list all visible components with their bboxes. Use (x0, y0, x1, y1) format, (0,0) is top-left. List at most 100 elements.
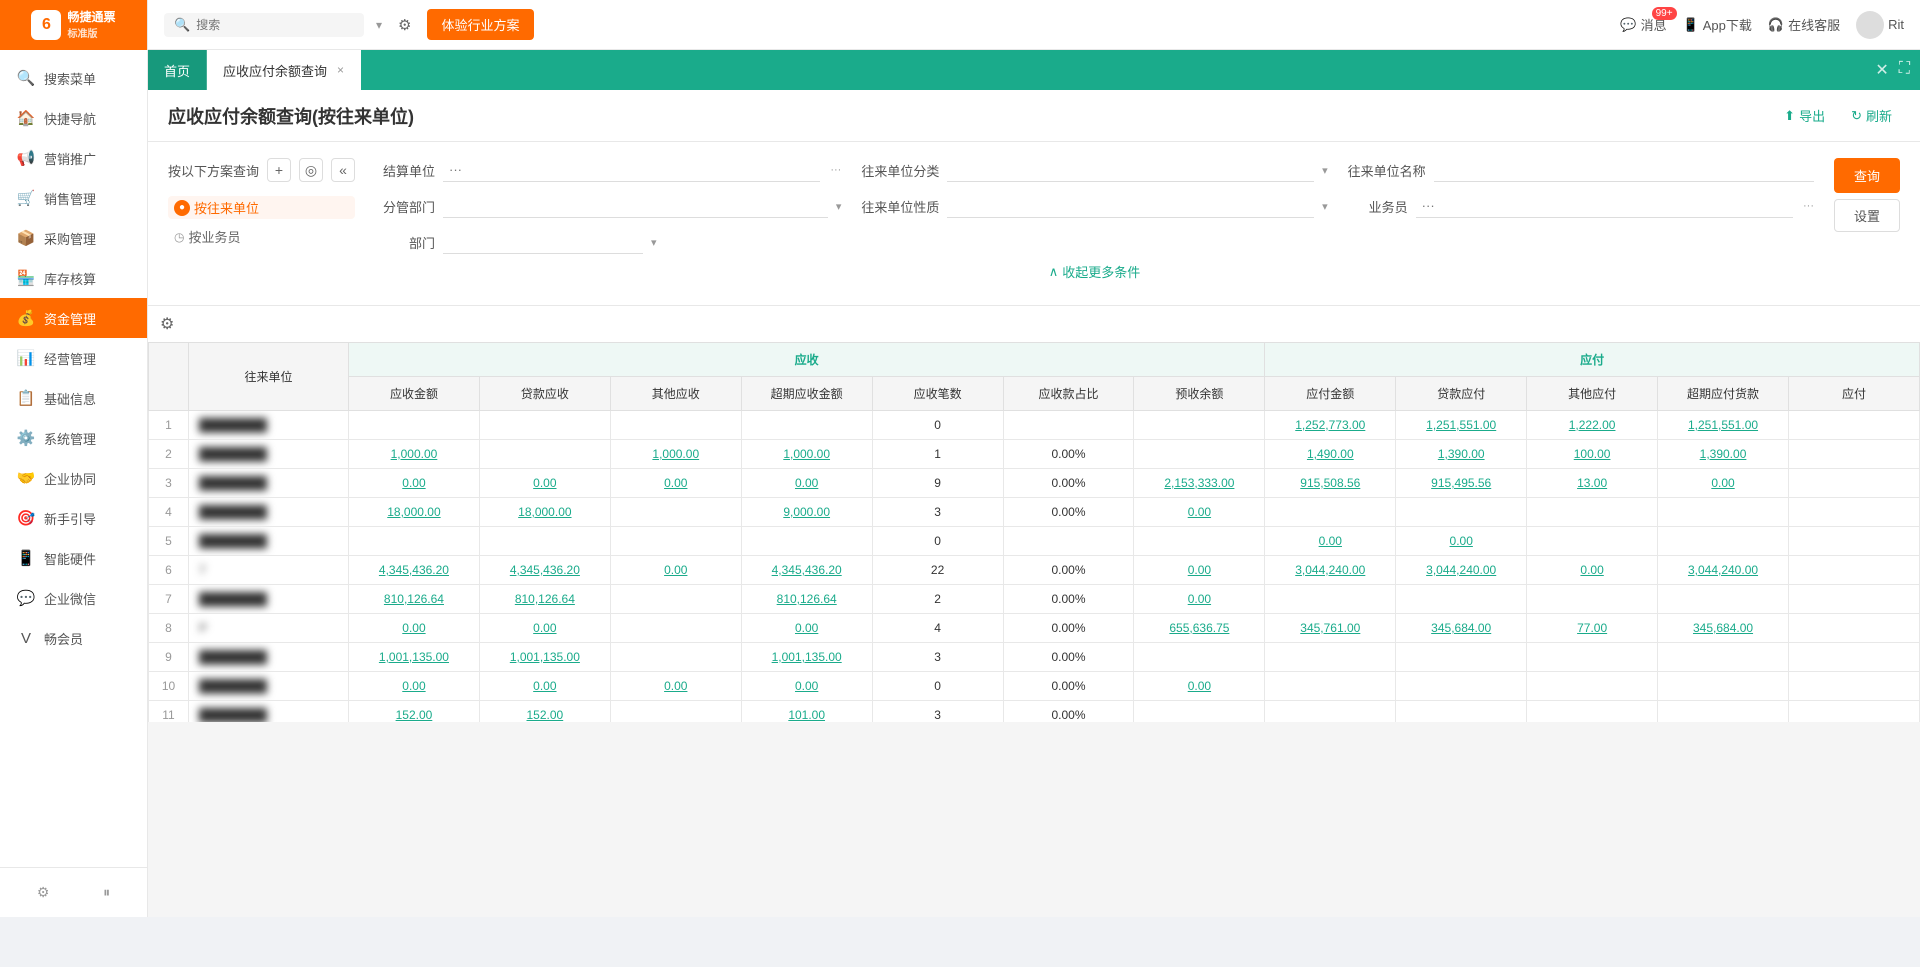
dept-input[interactable] (443, 194, 828, 218)
salesperson-input[interactable] (1416, 194, 1793, 218)
sidebar-item-system[interactable]: ⚙️系统管理 (0, 418, 147, 458)
partner-cat-input[interactable] (947, 158, 1314, 182)
table-cell[interactable]: 0.00 (610, 556, 741, 585)
table-cell[interactable]: 0.00 (349, 672, 480, 701)
solution-button[interactable]: 体验行业方案 (427, 9, 533, 40)
table-cell[interactable]: 4,345,436.20 (479, 556, 610, 585)
table-cell[interactable]: 0.00 (479, 469, 610, 498)
table-cell[interactable]: 915,508.56 (1265, 469, 1396, 498)
online-service-button[interactable]: 🎧 在线客服 (1768, 15, 1840, 34)
table-cell[interactable]: 1,001,135.00 (479, 643, 610, 672)
table-cell[interactable]: 1,000.00 (741, 440, 872, 469)
sidebar-item-sales[interactable]: 🛒销售管理 (0, 178, 147, 218)
table-cell[interactable]: 100.00 (1527, 440, 1658, 469)
filter-circle-btn[interactable]: ◎ (299, 158, 323, 182)
table-cell[interactable]: 77.00 (1527, 614, 1658, 643)
table-cell[interactable]: 1,001,135.00 (349, 643, 480, 672)
table-cell[interactable]: 0.00 (1658, 469, 1789, 498)
sidebar-item-member[interactable]: V畅会员 (0, 618, 147, 658)
row-ar-prepay[interactable]: 2,153,333.00 (1134, 469, 1265, 498)
table-cell[interactable]: 9,000.00 (741, 498, 872, 527)
sidebar-item-search[interactable]: 🔍搜索菜单 (0, 58, 147, 98)
table-settings-icon[interactable]: ⚙ (160, 314, 174, 334)
filter-more-toggle[interactable]: ∧ 收起更多条件 (375, 254, 1814, 289)
header-gear-icon[interactable]: ⚙ (394, 12, 415, 38)
table-cell[interactable]: 0.00 (1396, 527, 1527, 556)
sidebar-settings-btn[interactable]: ⚙ (32, 879, 55, 906)
filter-add-btn[interactable]: + (267, 158, 291, 182)
settings-button[interactable]: 设置 (1834, 199, 1900, 232)
sidebar-item-inventory[interactable]: 🏪库存核算 (0, 258, 147, 298)
table-cell[interactable]: 3,044,240.00 (1658, 556, 1789, 585)
table-cell[interactable]: 101.00 (741, 701, 872, 723)
table-cell[interactable]: 0.00 (1265, 527, 1396, 556)
row-ar-prepay[interactable]: 655,636.75 (1134, 614, 1265, 643)
row-ar-prepay[interactable]: 0.00 (1134, 556, 1265, 585)
sidebar-item-hardware[interactable]: 📱智能硬件 (0, 538, 147, 578)
row-ar-prepay[interactable]: 0.00 (1134, 585, 1265, 614)
tab-close-icon[interactable]: × (337, 63, 344, 77)
header-search-box[interactable]: 🔍 (164, 13, 364, 37)
table-cell[interactable]: 0.00 (479, 614, 610, 643)
search-input[interactable] (196, 18, 336, 32)
settlement-input[interactable] (443, 158, 820, 182)
table-cell[interactable]: 0.00 (741, 614, 872, 643)
table-cell[interactable]: 152.00 (349, 701, 480, 723)
table-cell[interactable]: 915,495.56 (1396, 469, 1527, 498)
sidebar-collapse-btn[interactable]: ⏸ (98, 879, 115, 906)
department-input[interactable] (443, 230, 643, 254)
table-wrapper[interactable]: 往来单位 应收 应付 应收金额 贷款应收 其他应收 超期应收金额 应收笔数 应收… (148, 342, 1920, 722)
table-cell[interactable]: 0.00 (1527, 556, 1658, 585)
table-cell[interactable]: 0.00 (610, 469, 741, 498)
table-cell[interactable]: 13.00 (1527, 469, 1658, 498)
tab-close-window-icon[interactable]: ✕ (1875, 60, 1888, 80)
row-ar-prepay[interactable]: 0.00 (1134, 498, 1265, 527)
table-cell[interactable]: 345,761.00 (1265, 614, 1396, 643)
partner-name-input[interactable] (1434, 158, 1814, 182)
table-cell[interactable]: 1,000.00 (349, 440, 480, 469)
sidebar-item-purchase[interactable]: 📦采购管理 (0, 218, 147, 258)
table-cell[interactable]: 1,251,551.00 (1396, 411, 1527, 440)
sidebar-item-finance[interactable]: 💰资金管理 (0, 298, 147, 338)
sidebar-item-operations[interactable]: 📊经营管理 (0, 338, 147, 378)
tab-maximize-icon[interactable]: ⛶ (1899, 60, 1910, 80)
table-cell[interactable]: 1,252,773.00 (1265, 411, 1396, 440)
table-cell[interactable]: 18,000.00 (349, 498, 480, 527)
sidebar-item-quicknav[interactable]: 🏠快捷导航 (0, 98, 147, 138)
table-cell[interactable]: 810,126.64 (479, 585, 610, 614)
refresh-button[interactable]: ↻ 刷新 (1843, 102, 1900, 129)
filter-scheme-by-staff[interactable]: ◷ 按业务员 (168, 225, 355, 248)
table-cell[interactable]: 4,345,436.20 (741, 556, 872, 585)
table-cell[interactable]: 810,126.64 (741, 585, 872, 614)
table-cell[interactable]: 1,222.00 (1527, 411, 1658, 440)
query-button[interactable]: 查询 (1834, 158, 1900, 193)
table-cell[interactable]: 345,684.00 (1396, 614, 1527, 643)
header-search-chevron[interactable]: ▾ (376, 18, 382, 32)
row-ar-prepay[interactable]: 0.00 (1134, 672, 1265, 701)
tab-arquery[interactable]: 应收应付余额查询 × (207, 50, 361, 90)
table-cell[interactable]: 345,684.00 (1658, 614, 1789, 643)
table-cell[interactable]: 0.00 (349, 469, 480, 498)
message-button[interactable]: 💬 消息 99+ (1620, 15, 1666, 34)
sidebar-item-wechat[interactable]: 💬企业微信 (0, 578, 147, 618)
table-cell[interactable]: 1,490.00 (1265, 440, 1396, 469)
table-cell[interactable]: 1,251,551.00 (1658, 411, 1789, 440)
table-cell[interactable]: 1,000.00 (610, 440, 741, 469)
app-download-button[interactable]: 📱 App下载 (1683, 15, 1752, 34)
table-cell[interactable]: 810,126.64 (349, 585, 480, 614)
table-cell[interactable]: 0.00 (741, 469, 872, 498)
table-cell[interactable]: 0.00 (349, 614, 480, 643)
sidebar-item-collab[interactable]: 🤝企业协同 (0, 458, 147, 498)
table-cell[interactable]: 0.00 (741, 672, 872, 701)
table-cell[interactable]: 3,044,240.00 (1265, 556, 1396, 585)
filter-collapse-btn[interactable]: « (331, 158, 355, 182)
user-menu-button[interactable]: Rit (1856, 11, 1904, 39)
table-cell[interactable]: 152.00 (479, 701, 610, 723)
table-cell[interactable]: 1,390.00 (1658, 440, 1789, 469)
sidebar-item-basic[interactable]: 📋基础信息 (0, 378, 147, 418)
partner-type-input[interactable] (947, 194, 1314, 218)
sidebar-item-guide[interactable]: 🎯新手引导 (0, 498, 147, 538)
filter-scheme-by-partner[interactable]: ● 按往来单位 (168, 196, 355, 219)
table-cell[interactable]: 18,000.00 (479, 498, 610, 527)
table-cell[interactable]: 0.00 (479, 672, 610, 701)
